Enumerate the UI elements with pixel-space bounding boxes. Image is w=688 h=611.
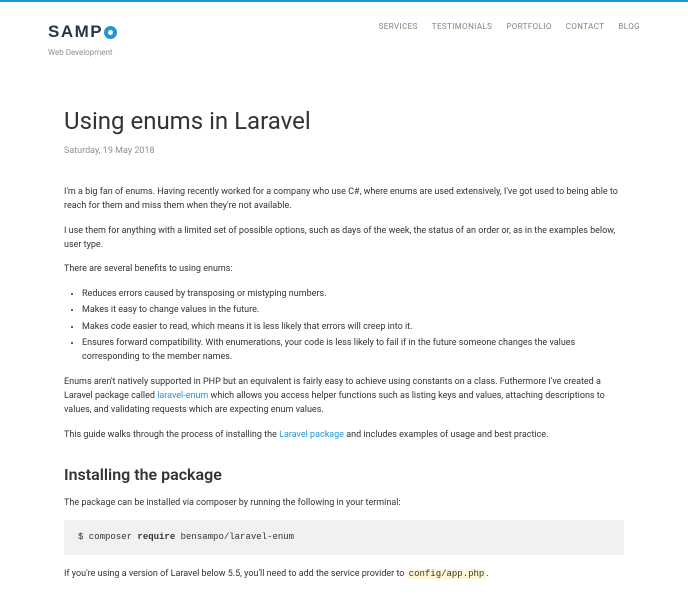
paragraph: I'm a big fan of enums. Having recently … [64, 185, 624, 214]
nav-blog[interactable]: BLOG [618, 21, 640, 34]
list-item: Makes code easier to read, which means i… [82, 320, 624, 334]
brand[interactable]: SAMP Web Development [48, 18, 117, 60]
laravel-enum-link[interactable]: laravel-enum [157, 391, 208, 401]
nav-portfolio[interactable]: PORTFOLIO [506, 21, 551, 34]
section-heading: Installing the package [64, 462, 624, 488]
list-item: Makes it easy to change values in the fu… [82, 303, 624, 317]
code-block: $ composer require bensampo/laravel-enum [64, 520, 624, 554]
page-title: Using enums in Laravel [64, 102, 624, 140]
paragraph: Enums aren't natively supported in PHP b… [64, 375, 624, 418]
list-item: Ensures forward compatibility. With enum… [82, 336, 624, 365]
article-container: Using enums in Laravel Saturday, 19 May … [64, 70, 624, 611]
list-item: Reduces errors caused by transposing or … [82, 287, 624, 301]
nav-testimonials[interactable]: TESTIMONIALS [432, 21, 493, 34]
paragraph: There are several benefits to using enum… [64, 262, 624, 276]
article-date: Saturday, 19 May 2018 [64, 144, 624, 158]
paragraph: If you're using a version of Laravel bel… [64, 567, 624, 581]
paragraph: This guide walks through the process of … [64, 428, 624, 442]
brand-subtitle: Web Development [48, 47, 117, 60]
paragraph: I use them for anything with a limited s… [64, 224, 624, 253]
paragraph: The package can be installed via compose… [64, 496, 624, 510]
brand-name: SAMP [48, 18, 117, 45]
laravel-package-link[interactable]: Laravel package [279, 430, 344, 440]
header: SAMP Web Development SERVICES TESTIMONIA… [0, 2, 688, 70]
nav-contact[interactable]: CONTACT [566, 21, 605, 34]
main-nav: SERVICES TESTIMONIALS PORTFOLIO CONTACT … [379, 21, 640, 34]
brand-logo-o [104, 26, 117, 39]
inline-code: config/app.php [407, 569, 487, 579]
nav-services[interactable]: SERVICES [379, 21, 418, 34]
benefits-list: Reduces errors caused by transposing or … [82, 287, 624, 365]
